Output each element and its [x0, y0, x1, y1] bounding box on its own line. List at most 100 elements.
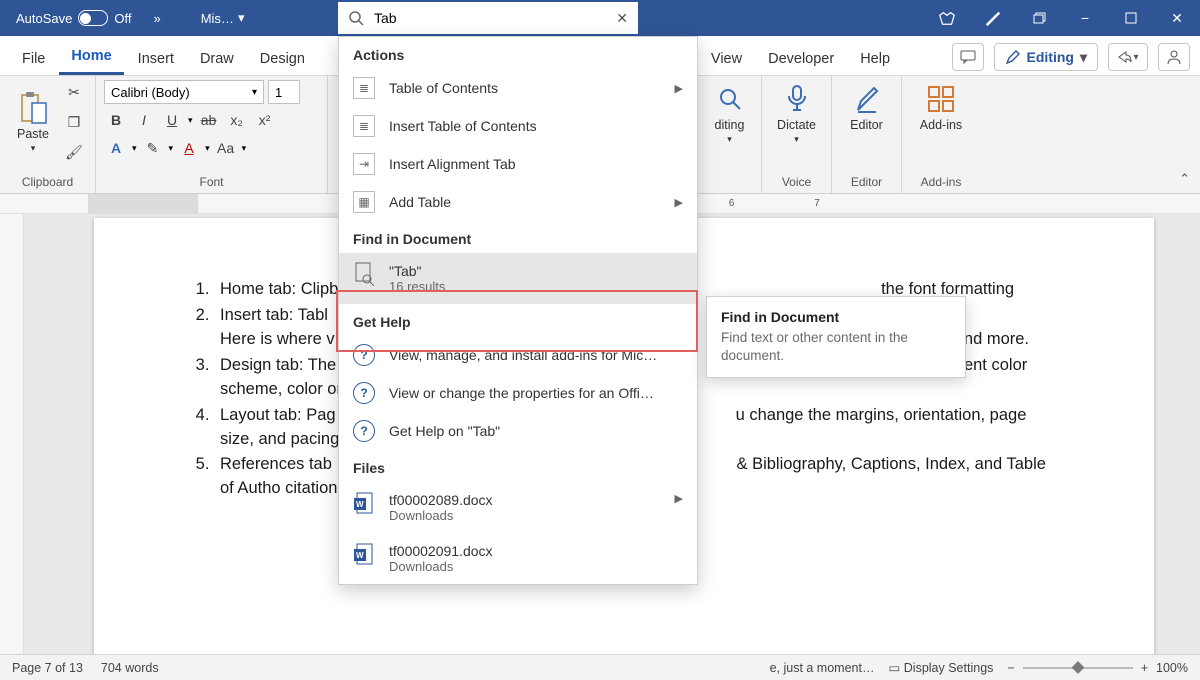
- editor-pen-icon: [850, 82, 884, 116]
- search-icon: [348, 10, 364, 26]
- change-case-button[interactable]: Aa: [214, 136, 238, 160]
- underline-button[interactable]: U: [160, 108, 184, 132]
- addins-button[interactable]: Add-ins: [910, 80, 972, 134]
- word-count[interactable]: 704 words: [101, 661, 159, 675]
- help-icon: ?: [353, 344, 375, 366]
- find-result-item[interactable]: "Tab"16 results: [339, 253, 697, 304]
- section-help: Get Help: [339, 304, 697, 336]
- maximize-icon[interactable]: [1108, 0, 1154, 36]
- tab-file[interactable]: File: [10, 43, 57, 75]
- addins-icon: [924, 82, 958, 116]
- ruler-vertical[interactable]: [0, 214, 24, 654]
- font-family-select[interactable]: Calibri (Body)▾: [104, 80, 264, 104]
- action-insert-alignment-tab[interactable]: ⇥Insert Alignment Tab: [339, 145, 697, 183]
- action-add-table[interactable]: ▦Add Table▶: [339, 183, 697, 221]
- editor-button[interactable]: Editor: [840, 80, 893, 134]
- text-effects-button[interactable]: A: [104, 136, 128, 160]
- restore-window-icon[interactable]: [1016, 0, 1062, 36]
- premium-icon[interactable]: [924, 0, 970, 36]
- autosave-label: AutoSave: [16, 11, 72, 26]
- tab-insert[interactable]: Insert: [126, 43, 186, 75]
- tooltip-body: Find text or other content in the docume…: [721, 329, 951, 365]
- help-item[interactable]: ?View, manage, and install add-ins for M…: [339, 336, 697, 374]
- subscript-button[interactable]: x₂: [225, 108, 249, 132]
- help-item[interactable]: ?Get Help on "Tab": [339, 412, 697, 450]
- close-icon[interactable]: ✕: [1154, 0, 1200, 36]
- word-file-icon: W: [353, 492, 375, 514]
- brush-icon[interactable]: [970, 0, 1016, 36]
- strike-button[interactable]: ab: [197, 108, 221, 132]
- group-font: Calibri (Body)▾ 1 B I U▾ ab x₂ x² A▾ ✎▾ …: [96, 76, 328, 193]
- svg-text:W: W: [356, 500, 364, 509]
- table-icon: ▦: [353, 191, 375, 213]
- file-item[interactable]: Wtf00002091.docxDownloads: [339, 533, 697, 584]
- status-bar: Page 7 of 13 704 words e, just a moment……: [0, 654, 1200, 680]
- tooltip: Find in Document Find text or other cont…: [706, 296, 966, 378]
- font-size-select[interactable]: 1: [268, 80, 300, 104]
- microphone-icon: [780, 82, 814, 116]
- doc-icon: ≣: [353, 115, 375, 137]
- paste-icon: [16, 91, 50, 125]
- cut-button[interactable]: ✂: [62, 80, 86, 104]
- superscript-button[interactable]: x²: [253, 108, 277, 132]
- bold-button[interactable]: B: [104, 108, 128, 132]
- format-painter-button[interactable]: 🖌: [62, 140, 86, 164]
- clear-search-icon[interactable]: ✕: [616, 10, 628, 27]
- zoom-slider[interactable]: [1023, 667, 1133, 669]
- help-item[interactable]: ?View or change the properties for an Of…: [339, 374, 697, 412]
- tab-help[interactable]: Help: [848, 43, 902, 75]
- tab-icon: ⇥: [353, 153, 375, 175]
- action-insert-toc[interactable]: ≣Insert Table of Contents: [339, 107, 697, 145]
- copy-button[interactable]: ❐: [62, 110, 86, 134]
- minimize-icon[interactable]: −: [1062, 0, 1108, 36]
- tab-design[interactable]: Design: [248, 43, 317, 75]
- toggle-icon: [78, 10, 108, 26]
- group-editing: diting▾: [698, 76, 762, 193]
- account-button[interactable]: [1158, 43, 1190, 71]
- tab-developer[interactable]: Developer: [756, 43, 846, 75]
- italic-button[interactable]: I: [132, 108, 156, 132]
- search-results-dropdown: Actions ≣Table of Contents▶ ≣Insert Tabl…: [338, 36, 698, 585]
- zoom-level[interactable]: 100%: [1156, 661, 1188, 675]
- action-table-of-contents[interactable]: ≣Table of Contents▶: [339, 69, 697, 107]
- section-files: Files: [339, 450, 697, 482]
- font-color-button[interactable]: A: [177, 136, 201, 160]
- word-file-icon: W: [353, 543, 375, 565]
- paste-button[interactable]: Paste▾: [8, 89, 58, 156]
- tab-home[interactable]: Home: [59, 40, 123, 75]
- zoom-in-icon[interactable]: +: [1141, 661, 1148, 675]
- tab-draw[interactable]: Draw: [188, 43, 246, 75]
- help-icon: ?: [353, 382, 375, 404]
- tooltip-title: Find in Document: [721, 309, 951, 325]
- quick-access-chevron-icon[interactable]: »: [153, 11, 160, 26]
- search-input[interactable]: [374, 10, 606, 26]
- chevron-right-icon: ▶: [675, 196, 683, 209]
- svg-text:W: W: [356, 551, 364, 560]
- group-label: Font: [104, 175, 319, 191]
- dictate-button[interactable]: Dictate▾: [770, 80, 823, 147]
- zoom-out-icon[interactable]: −: [1007, 661, 1014, 675]
- find-icon: [353, 263, 375, 285]
- autosave-toggle[interactable]: AutoSave Off: [4, 10, 143, 26]
- zoom-control[interactable]: − + 100%: [1007, 661, 1188, 675]
- chevron-right-icon: ▶: [675, 492, 683, 505]
- chevron-down-icon: ▾: [238, 10, 245, 26]
- collapse-ribbon-icon[interactable]: ⌃: [1179, 171, 1190, 187]
- editing-group-button[interactable]: diting▾: [706, 80, 753, 147]
- title-right: − ✕: [924, 0, 1200, 36]
- display-settings[interactable]: ▭ Display Settings: [888, 660, 993, 675]
- doc-icon: ≣: [353, 77, 375, 99]
- document-title[interactable]: Mis… ▾: [201, 10, 245, 26]
- group-editor: Editor Editor: [832, 76, 902, 193]
- search-box[interactable]: ✕: [338, 2, 638, 34]
- chevron-down-icon: ▾: [1080, 49, 1087, 66]
- accessibility-status[interactable]: e, just a moment…: [770, 661, 875, 675]
- editing-mode-button[interactable]: Editing ▾: [994, 43, 1098, 71]
- comments-button[interactable]: [952, 43, 984, 71]
- tab-view[interactable]: View: [699, 43, 754, 75]
- share-button[interactable]: ▾: [1108, 43, 1148, 71]
- file-item[interactable]: Wtf00002089.docxDownloads▶: [339, 482, 697, 533]
- page-indicator[interactable]: Page 7 of 13: [12, 661, 83, 675]
- highlight-button[interactable]: ✎: [141, 136, 165, 160]
- help-icon: ?: [353, 420, 375, 442]
